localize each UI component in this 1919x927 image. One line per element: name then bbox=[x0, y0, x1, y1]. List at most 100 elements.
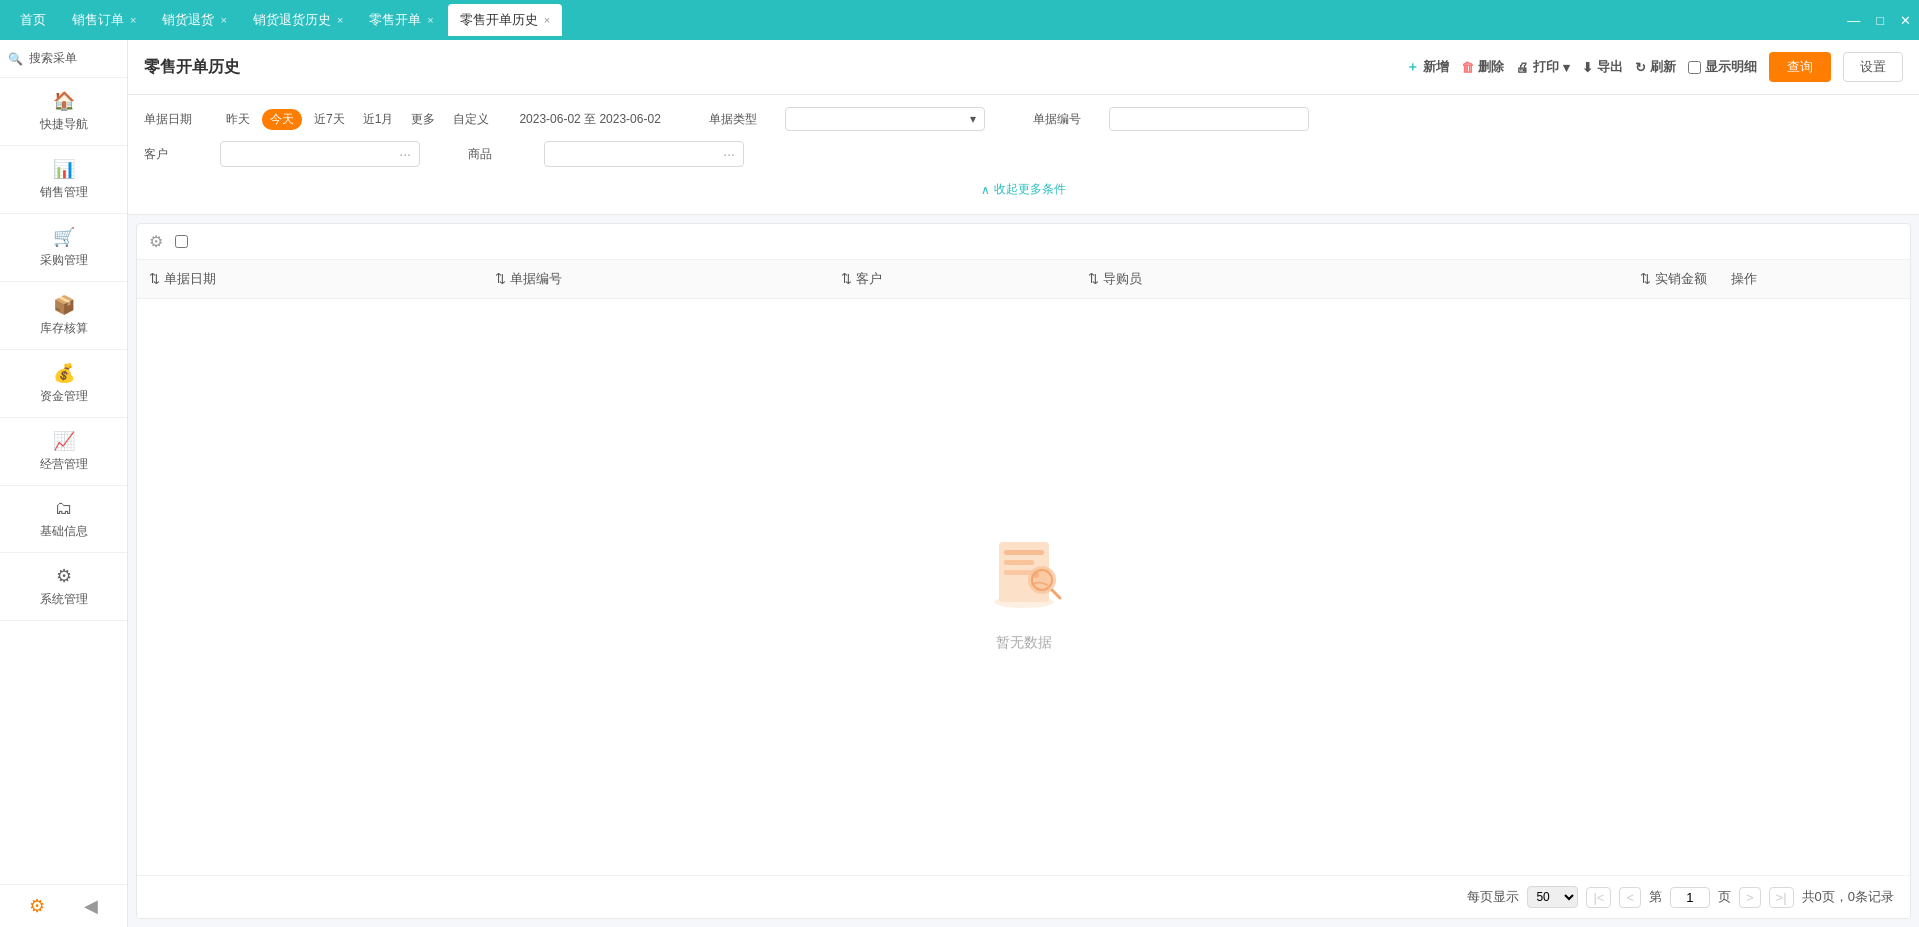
total-text: 共0页，0条记录 bbox=[1802, 888, 1894, 906]
col-salesperson-label: 导购员 bbox=[1103, 271, 1142, 286]
sidebar-item-basic-info[interactable]: 🗂 基础信息 bbox=[0, 486, 127, 553]
sort-icon-amount[interactable]: ⇅ bbox=[1640, 271, 1651, 286]
print-button[interactable]: 🖨 打印 ▾ bbox=[1516, 58, 1570, 76]
page-label-end: 页 bbox=[1718, 888, 1731, 906]
sidebar-item-inventory[interactable]: 📦 库存核算 bbox=[0, 282, 127, 350]
sidebar-collapse-btn[interactable]: ◀ bbox=[84, 895, 98, 917]
pagination: 每页显示 50 10 20 100 |< < 第 页 > >| 共0页，0条记录 bbox=[137, 875, 1910, 918]
collapse-label: 收起更多条件 bbox=[994, 181, 1066, 198]
sidebar-search-label: 搜索采单 bbox=[29, 50, 77, 67]
sidebar-item-basic-info-label: 基础信息 bbox=[40, 523, 88, 540]
sidebar-item-system-mgmt-label: 系统管理 bbox=[40, 591, 88, 608]
system-icon: ⚙ bbox=[56, 565, 72, 587]
tab-sales-return-close[interactable]: × bbox=[220, 14, 226, 26]
export-button[interactable]: ⬇ 导出 bbox=[1582, 58, 1623, 76]
tab-sales-order-label: 销售订单 bbox=[72, 11, 124, 29]
export-icon: ⬇ bbox=[1582, 60, 1593, 75]
window-controls: — □ ✕ bbox=[1847, 13, 1911, 28]
page-header: 零售开单历史 ＋ 新增 🗑 删除 🖨 打印 ▾ ⬇ 导出 bbox=[128, 40, 1919, 95]
tab-sales-order[interactable]: 销售订单 × bbox=[60, 4, 148, 36]
sidebar-item-purchase-mgmt[interactable]: 🛒 采购管理 bbox=[0, 214, 127, 282]
date-opt-yesterday[interactable]: 昨天 bbox=[220, 109, 256, 130]
sidebar-item-quick-nav[interactable]: 🏠 快捷导航 bbox=[0, 78, 127, 146]
goods-label: 商品 bbox=[468, 146, 528, 163]
last-page-button[interactable]: >| bbox=[1769, 887, 1794, 908]
doc-no-input[interactable] bbox=[1109, 107, 1309, 131]
tab-sales-return-history[interactable]: 销货退货历史 × bbox=[241, 4, 355, 36]
sort-icon-customer[interactable]: ⇅ bbox=[841, 271, 852, 286]
date-opt-custom[interactable]: 自定义 bbox=[447, 109, 495, 130]
tab-retail-open-close[interactable]: × bbox=[427, 14, 433, 26]
refresh-label: 刷新 bbox=[1650, 58, 1676, 76]
sidebar-item-system-mgmt[interactable]: ⚙ 系统管理 bbox=[0, 553, 127, 621]
page-size-select[interactable]: 50 10 20 100 bbox=[1527, 886, 1578, 908]
page-number-input[interactable] bbox=[1670, 887, 1710, 908]
tab-retail-open[interactable]: 零售开单 × bbox=[357, 4, 445, 36]
customer-select[interactable]: ··· bbox=[220, 141, 420, 167]
goods-ellipsis: ··· bbox=[723, 146, 735, 162]
home-icon: 🏠 bbox=[53, 90, 75, 112]
business-icon: 📈 bbox=[53, 430, 75, 452]
tab-retail-open-history[interactable]: 零售开单历史 × bbox=[448, 4, 562, 36]
prev-page-button[interactable]: < bbox=[1619, 887, 1641, 908]
sidebar-item-inventory-label: 库存核算 bbox=[40, 320, 88, 337]
tab-sales-return[interactable]: 销货退货 × bbox=[150, 4, 238, 36]
window-maximize[interactable]: □ bbox=[1876, 13, 1884, 28]
svg-point-8 bbox=[1033, 572, 1039, 578]
purchase-icon: 🛒 bbox=[53, 226, 75, 248]
sidebar-search[interactable]: 🔍 搜索采单 bbox=[0, 40, 127, 78]
refresh-icon: ↻ bbox=[1635, 60, 1646, 75]
delete-icon: 🗑 bbox=[1461, 60, 1474, 75]
col-amount: ⇅ 实销金额 bbox=[1373, 260, 1719, 299]
settings-gear-icon[interactable]: ⚙ bbox=[29, 895, 45, 917]
tab-list: 首页 销售订单 × 销货退货 × 销货退货历史 × 零售开单 × 零售开单历史 … bbox=[8, 4, 1847, 36]
next-page-button[interactable]: > bbox=[1739, 887, 1761, 908]
inventory-icon: 📦 bbox=[53, 294, 75, 316]
show-detail-checkbox[interactable] bbox=[1688, 61, 1701, 74]
basic-info-icon: 🗂 bbox=[55, 498, 73, 519]
search-icon: 🔍 bbox=[8, 52, 23, 66]
sort-icon-no[interactable]: ⇅ bbox=[495, 271, 506, 286]
filter-row-1: 单据日期 昨天 今天 近7天 近1月 更多 自定义 2023-06-02 至 2… bbox=[144, 107, 1903, 131]
empty-state: 暂无数据 bbox=[137, 299, 1910, 875]
date-opt-1month[interactable]: 近1月 bbox=[357, 109, 400, 130]
doc-type-select[interactable]: ▾ bbox=[785, 107, 985, 131]
tab-sales-return-history-close[interactable]: × bbox=[337, 14, 343, 26]
svg-rect-2 bbox=[1004, 550, 1044, 555]
print-label: 打印 bbox=[1533, 58, 1559, 76]
window-minimize[interactable]: — bbox=[1847, 13, 1860, 28]
page-size-label: 每页显示 bbox=[1467, 888, 1519, 906]
refresh-button[interactable]: ↻ 刷新 bbox=[1635, 58, 1676, 76]
table-toolbar: ⚙ bbox=[137, 224, 1910, 260]
sort-icon-salesperson[interactable]: ⇅ bbox=[1088, 271, 1099, 286]
date-opt-today[interactable]: 今天 bbox=[262, 109, 302, 130]
tab-home[interactable]: 首页 bbox=[8, 4, 58, 36]
content-area: 零售开单历史 ＋ 新增 🗑 删除 🖨 打印 ▾ ⬇ 导出 bbox=[128, 40, 1919, 927]
sidebar-item-finance[interactable]: 💰 资金管理 bbox=[0, 350, 127, 418]
show-detail-checkbox-container[interactable]: 显示明细 bbox=[1688, 58, 1757, 76]
table-header: ⇅ 单据日期 ⇅ 单据编号 ⇅ 客户 ⇅ bbox=[137, 260, 1910, 299]
tab-sales-order-close[interactable]: × bbox=[130, 14, 136, 26]
add-button[interactable]: ＋ 新增 bbox=[1406, 58, 1449, 76]
page-title: 零售开单历史 bbox=[144, 57, 240, 78]
select-all-checkbox[interactable] bbox=[175, 235, 188, 248]
show-detail-label: 显示明细 bbox=[1705, 58, 1757, 76]
first-page-button[interactable]: |< bbox=[1586, 887, 1611, 908]
collapse-button[interactable]: ∧ 收起更多条件 bbox=[144, 177, 1903, 202]
delete-button[interactable]: 🗑 删除 bbox=[1461, 58, 1504, 76]
sidebar-item-business-mgmt[interactable]: 📈 经营管理 bbox=[0, 418, 127, 486]
date-opt-7days[interactable]: 近7天 bbox=[308, 109, 351, 130]
window-close[interactable]: ✕ bbox=[1900, 13, 1911, 28]
customer-ellipsis: ··· bbox=[399, 146, 411, 162]
query-button[interactable]: 查询 bbox=[1769, 52, 1831, 82]
goods-select[interactable]: ··· bbox=[544, 141, 744, 167]
tab-sales-return-label: 销货退货 bbox=[162, 11, 214, 29]
settings-button[interactable]: 设置 bbox=[1843, 52, 1903, 82]
col-salesperson: ⇅ 导购员 bbox=[1076, 260, 1373, 299]
table-settings-icon[interactable]: ⚙ bbox=[149, 232, 163, 251]
tab-retail-open-history-close[interactable]: × bbox=[544, 14, 550, 26]
col-customer: ⇅ 客户 bbox=[829, 260, 1076, 299]
sort-icon-date[interactable]: ⇅ bbox=[149, 271, 160, 286]
sidebar-item-sales-mgmt[interactable]: 📊 销售管理 bbox=[0, 146, 127, 214]
date-opt-more[interactable]: 更多 bbox=[405, 109, 441, 130]
